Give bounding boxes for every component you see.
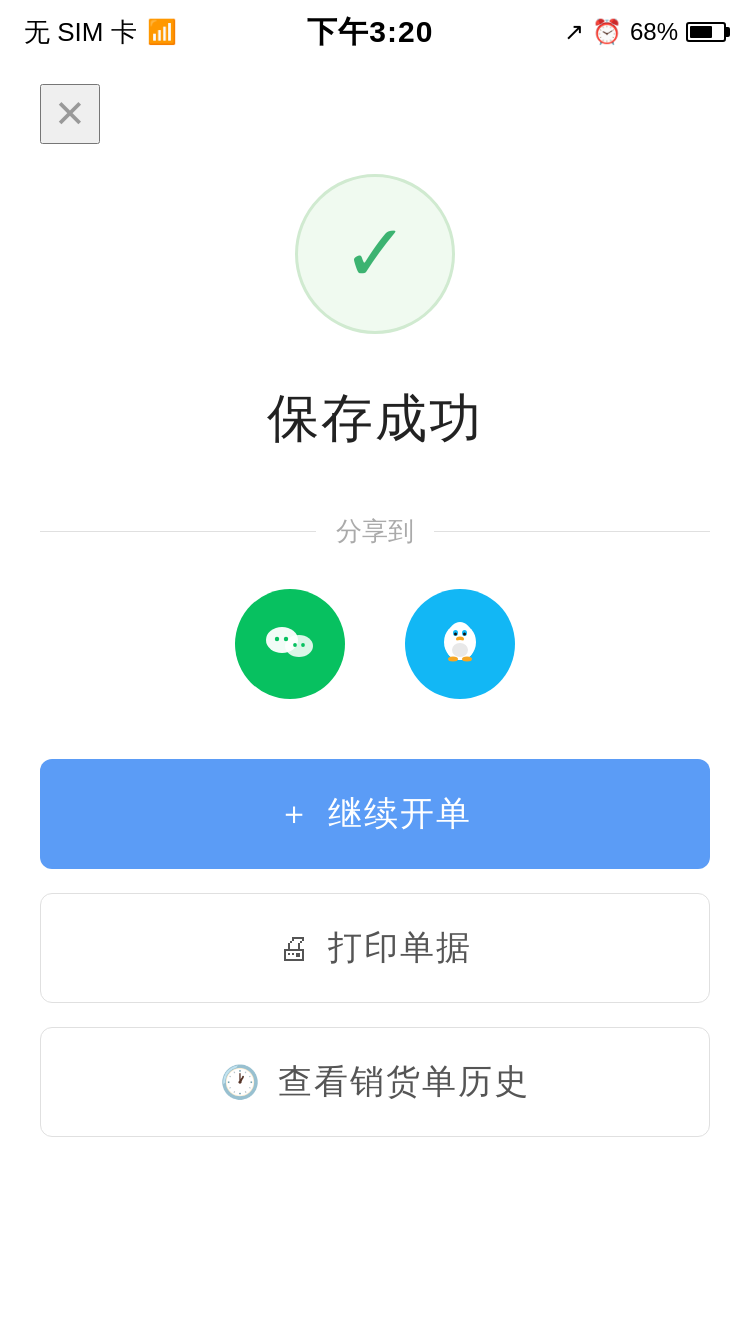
divider-left — [40, 531, 316, 532]
svg-point-9 — [454, 632, 457, 635]
status-time: 下午3:20 — [307, 12, 433, 53]
share-icons-row — [40, 589, 710, 699]
svg-point-4 — [293, 643, 297, 647]
success-circle: ✓ — [295, 174, 455, 334]
svg-point-14 — [452, 643, 468, 657]
battery-percent: 68% — [630, 18, 678, 46]
battery-icon — [686, 22, 726, 42]
checkmark-icon: ✓ — [342, 214, 409, 294]
qq-share-button[interactable] — [405, 589, 515, 699]
share-divider-row: 分享到 — [40, 514, 710, 549]
svg-point-2 — [274, 636, 278, 640]
wechat-svg-icon — [258, 612, 323, 677]
svg-point-3 — [283, 636, 287, 640]
wechat-share-button[interactable] — [235, 589, 345, 699]
main-content: ✕ ✓ 保存成功 分享到 — [0, 64, 750, 1334]
close-button[interactable]: ✕ — [40, 84, 100, 144]
svg-point-16 — [462, 656, 472, 661]
status-right: ↗ ⏰ 68% — [564, 18, 726, 46]
svg-point-11 — [463, 632, 466, 635]
success-title: 保存成功 — [267, 384, 483, 454]
buttons-section: ＋ 继续开单 🖨 打印单据 🕐 查看销货单历史 — [40, 759, 710, 1137]
wifi-icon: 📶 — [147, 18, 177, 46]
qq-svg-icon — [428, 612, 493, 677]
view-history-label: 查看销货单历史 — [278, 1059, 530, 1105]
divider-right — [434, 531, 710, 532]
svg-point-5 — [301, 643, 305, 647]
print-receipt-button[interactable]: 🖨 打印单据 — [40, 893, 710, 1003]
close-icon: ✕ — [54, 95, 86, 133]
continue-order-label: 继续开单 — [328, 791, 472, 837]
status-bar: 无 SIM 卡 📶 下午3:20 ↗ ⏰ 68% — [0, 0, 750, 64]
printer-icon: 🖨 — [278, 930, 312, 967]
location-icon: ↗ — [564, 18, 584, 46]
print-receipt-label: 打印单据 — [328, 925, 472, 971]
view-history-button[interactable]: 🕐 查看销货单历史 — [40, 1027, 710, 1137]
plus-icon: ＋ — [278, 792, 312, 836]
clock-icon: 🕐 — [220, 1063, 262, 1101]
battery-fill — [690, 26, 712, 38]
share-section: 分享到 — [40, 514, 710, 699]
share-label: 分享到 — [336, 514, 414, 549]
continue-order-button[interactable]: ＋ 继续开单 — [40, 759, 710, 869]
carrier-text: 无 SIM 卡 — [24, 15, 137, 50]
alarm-icon: ⏰ — [592, 18, 622, 46]
status-left: 无 SIM 卡 📶 — [24, 15, 177, 50]
svg-point-15 — [448, 656, 458, 661]
svg-point-1 — [285, 635, 313, 657]
